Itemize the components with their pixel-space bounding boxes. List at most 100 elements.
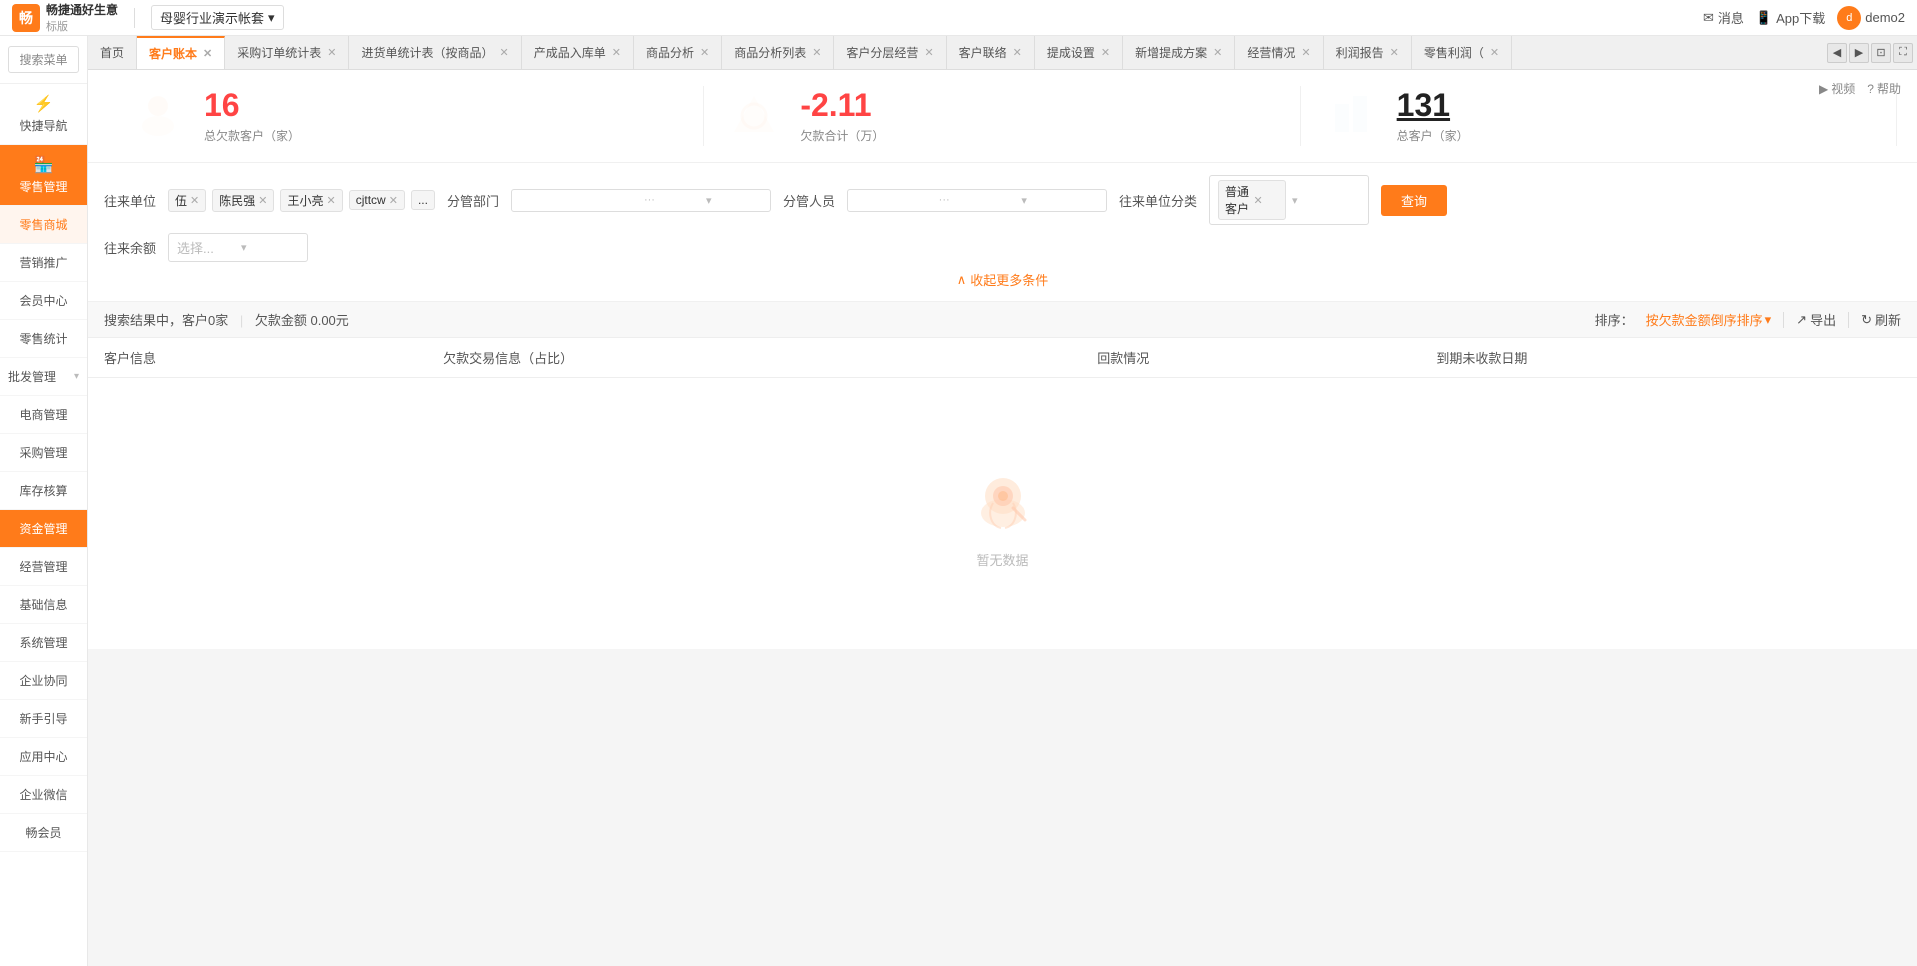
tab-customer-contact[interactable]: 客户联络 ✕ — [947, 36, 1035, 70]
balance-filter-select[interactable]: 选择... ▾ — [168, 233, 308, 262]
tab-close-purchase-order[interactable]: ✕ — [327, 46, 336, 59]
tag-close-wang[interactable]: ✕ — [327, 194, 336, 207]
tab-cost-inbound[interactable]: 产成品入库单 ✕ — [522, 36, 634, 70]
filter-area: 往来单位 伍 ✕ 陈民强 ✕ 王小亮 ✕ — [88, 163, 1917, 302]
messages-btn[interactable]: ✉ 消息 — [1703, 8, 1744, 27]
tag-close-ordinary[interactable]: ✕ — [1254, 194, 1280, 207]
sidebar-item-operation[interactable]: 经营管理 — [0, 548, 87, 586]
sort-value-btn[interactable]: 按欠款金额倒序排序 ▾ — [1646, 310, 1772, 329]
tab-operation-status[interactable]: 经营情况 ✕ — [1235, 36, 1323, 70]
divider — [1783, 312, 1784, 328]
tab-close-retail-profit[interactable]: ✕ — [1490, 46, 1499, 59]
tab-purchase-order[interactable]: 采购订单统计表 ✕ — [225, 36, 349, 70]
sidebar-item-ecommerce[interactable]: 电商管理 — [0, 396, 87, 434]
col-repayment: 回款情况 — [1081, 338, 1420, 378]
tag-close-wu[interactable]: ✕ — [190, 194, 199, 207]
tabs-bar: 首页 客户账本 ✕ 采购订单统计表 ✕ 进货单统计表（按商品） ✕ 产成品入库单… — [88, 36, 1917, 70]
tag-close-chen[interactable]: ✕ — [258, 194, 267, 207]
sidebar-item-vip[interactable]: 畅会员 — [0, 814, 87, 852]
export-btn[interactable]: ↗ 导出 — [1796, 310, 1836, 329]
sidebar-item-enterprise-wx[interactable]: 企业微信 — [0, 776, 87, 814]
sidebar-item-basic[interactable]: 基础信息 — [0, 586, 87, 624]
sidebar-item-beginner[interactable]: 新手引导 — [0, 700, 87, 738]
filter-tag-chen: 陈民强 ✕ — [212, 189, 274, 212]
tab-close-new-improve-plan[interactable]: ✕ — [1213, 46, 1222, 59]
col-customer-info: 客户信息 — [88, 338, 427, 378]
sidebar-item-purchase[interactable]: 采购管理 — [0, 434, 87, 472]
sidebar-item-system[interactable]: 系统管理 — [0, 624, 87, 662]
tab-expand-btn[interactable]: ⊡ — [1871, 43, 1891, 63]
export-icon: ↗ — [1796, 312, 1807, 328]
sidebar-item-app-center[interactable]: 应用中心 — [0, 738, 87, 776]
tab-prev-btn[interactable]: ◀ — [1827, 43, 1847, 63]
tab-close-product-analysis-list[interactable]: ✕ — [812, 46, 821, 59]
tab-purchase-inbound[interactable]: 进货单统计表（按商品） ✕ — [349, 36, 521, 70]
sidebar-item-retail-mall[interactable]: 零售商城 — [0, 206, 87, 244]
stat-all-value: 131 — [1397, 88, 1469, 123]
category-filter-label: 往来单位分类 — [1119, 191, 1197, 210]
tab-home[interactable]: 首页 — [88, 36, 137, 70]
dept-filter-select[interactable]: ··· ▾ — [511, 189, 771, 212]
tab-customer-layer[interactable]: 客户分层经营 ✕ — [834, 36, 946, 70]
sidebar-item-retail[interactable]: 🏪 零售管理 — [0, 145, 87, 206]
tab-profit-report[interactable]: 利润报告 ✕ — [1324, 36, 1412, 70]
tab-fullscreen-btn[interactable]: ⛶ — [1893, 43, 1913, 63]
category-filter-select[interactable]: 普通客户 ✕ ▾ — [1209, 175, 1369, 225]
top-bar: 畅 畅捷通好生意 标版 母婴行业演示帐套 ▾ ✉ 消息 📱 App下载 d de… — [0, 0, 1917, 36]
tab-next-btn[interactable]: ▶ — [1849, 43, 1869, 63]
stat-total-customers: 16 总欠款客户（家） — [108, 86, 704, 146]
tab-close-customer-contact[interactable]: ✕ — [1013, 46, 1022, 59]
tab-close-profit-report[interactable]: ✕ — [1390, 46, 1399, 59]
sidebar-item-marketing[interactable]: 营销推广 — [0, 244, 87, 282]
filter-tag-ordinary: 普通客户 ✕ — [1218, 180, 1286, 220]
message-icon: ✉ — [1703, 10, 1714, 26]
sidebar-item-wholesale[interactable]: 批发管理 ▾ — [0, 358, 87, 396]
tab-close-improve-settings[interactable]: ✕ — [1101, 46, 1110, 59]
sidebar-item-enterprise-coop[interactable]: 企业协同 — [0, 662, 87, 700]
stat-debt-value: -2.11 — [800, 88, 884, 123]
user-avatar-btn[interactable]: d demo2 — [1837, 6, 1905, 30]
stats-row: 16 总欠款客户（家） -2.11 欠款合计（万） — [88, 70, 1917, 163]
help-btn[interactable]: ? 帮助 — [1867, 80, 1901, 97]
col-debt-info: 欠款交易信息（占比） — [427, 338, 1081, 378]
search-menu-btn[interactable]: 搜索菜单 — [8, 46, 79, 73]
tab-close-product-analysis[interactable]: ✕ — [700, 46, 709, 59]
video-btn[interactable]: ▶ 视频 — [1819, 80, 1855, 97]
results-right: 排序： 按欠款金额倒序排序 ▾ ↗ 导出 ↻ 刷新 — [1595, 310, 1901, 329]
unit-filter-tags: 伍 ✕ 陈民强 ✕ 王小亮 ✕ cjttcw ✕ — [168, 189, 435, 212]
sidebar-item-member[interactable]: 会员中心 — [0, 282, 87, 320]
top-bar-left: 畅 畅捷通好生意 标版 母婴行业演示帐套 ▾ — [12, 1, 284, 34]
app-download-btn[interactable]: 📱 App下载 — [1756, 8, 1825, 27]
tag-close-cjttcw[interactable]: ✕ — [389, 194, 398, 207]
refresh-btn[interactable]: ↻ 刷新 — [1861, 310, 1901, 329]
category-tags: 普通客户 ✕ — [1218, 180, 1286, 220]
tab-close-operation-status[interactable]: ✕ — [1301, 46, 1310, 59]
tab-close-purchase-inbound[interactable]: ✕ — [500, 46, 509, 59]
person-filter-select[interactable]: ··· ▾ — [847, 189, 1107, 212]
query-btn[interactable]: 查询 — [1381, 185, 1447, 216]
stat-customers-label: 总欠款客户（家） — [204, 127, 300, 144]
tab-improve-settings[interactable]: 提成设置 ✕ — [1035, 36, 1123, 70]
sidebar-item-retail-stat[interactable]: 零售统计 — [0, 320, 87, 358]
tab-close-cost-inbound[interactable]: ✕ — [612, 46, 621, 59]
filter-tag-more[interactable]: ... — [411, 190, 435, 210]
phone-icon: 📱 — [1756, 10, 1772, 26]
customer-stat-icon — [128, 86, 188, 146]
sidebar: 搜索菜单 ⚡ 快捷导航 🏪 零售管理 零售商城 营销推广 会员中心 零售统计 批… — [0, 36, 88, 966]
stat-customers-value: 16 — [204, 88, 300, 123]
tab-product-analysis[interactable]: 商品分析 ✕ — [634, 36, 722, 70]
filter-tag-wang: 王小亮 ✕ — [280, 189, 342, 212]
chevron-up-icon: ∧ — [957, 272, 967, 288]
tab-close-customer-layer[interactable]: ✕ — [924, 46, 933, 59]
company-selector[interactable]: 母婴行业演示帐套 ▾ — [151, 5, 284, 30]
tab-customer-cost[interactable]: 客户账本 ✕ — [137, 36, 225, 70]
sidebar-item-finance[interactable]: 资金管理 — [0, 510, 87, 548]
collapse-btn[interactable]: ∧ 收起更多条件 — [957, 270, 1049, 289]
tab-new-improve-plan[interactable]: 新增提成方案 ✕ — [1123, 36, 1235, 70]
tab-close-customer-cost[interactable]: ✕ — [203, 47, 212, 60]
sidebar-item-quick-nav[interactable]: ⚡ 快捷导航 — [0, 84, 87, 145]
tab-retail-profit[interactable]: 零售利润（ ✕ — [1412, 36, 1512, 70]
data-table: 客户信息 欠款交易信息（占比） 回款情况 到期未收款日期 — [88, 338, 1917, 378]
sidebar-item-inventory[interactable]: 库存核算 — [0, 472, 87, 510]
tab-product-analysis-list[interactable]: 商品分析列表 ✕ — [722, 36, 834, 70]
